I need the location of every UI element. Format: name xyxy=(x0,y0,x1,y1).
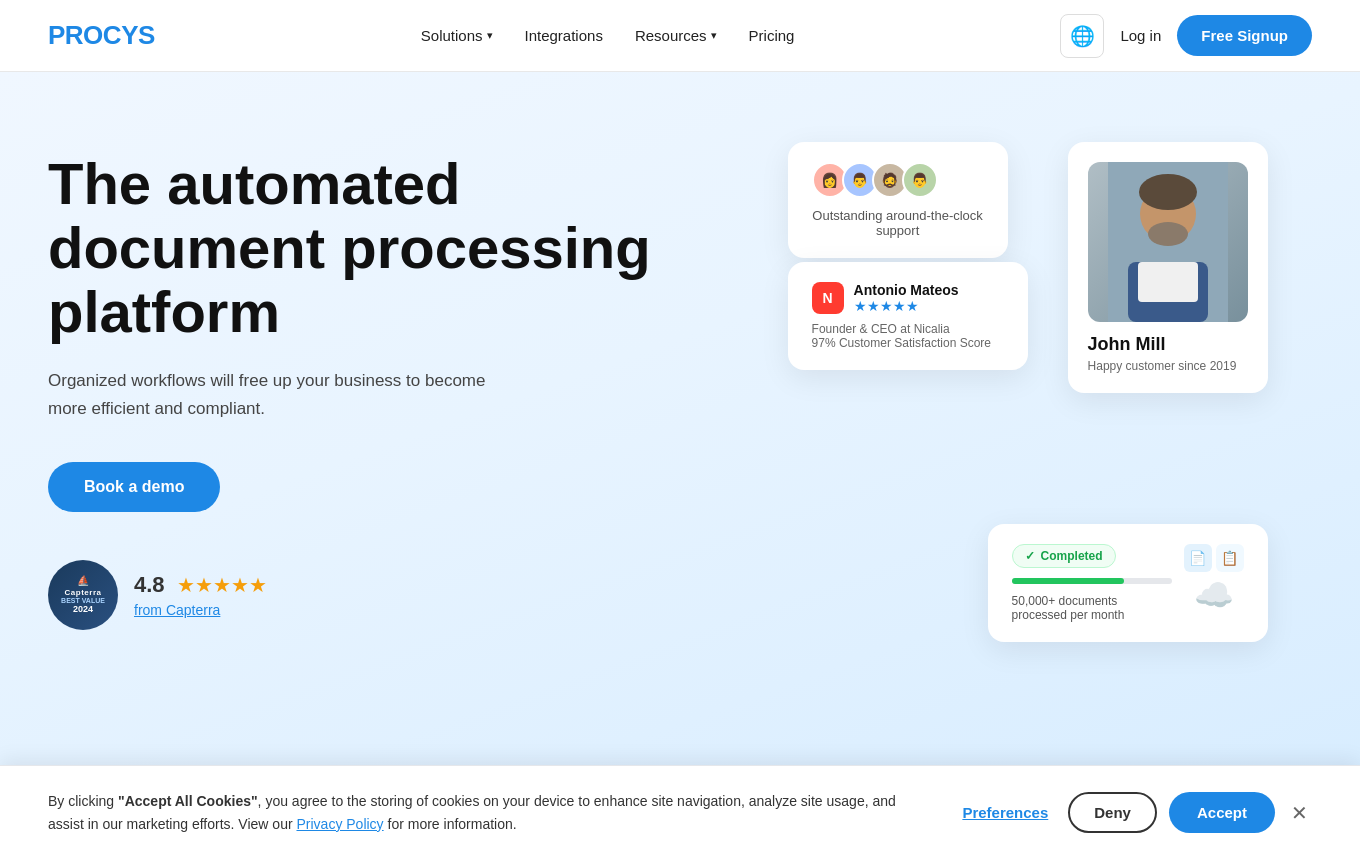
chevron-down-icon: ▾ xyxy=(487,29,493,42)
person-silhouette-svg xyxy=(1108,162,1228,322)
capterra-year: 2024 xyxy=(73,604,93,614)
doc-icon: 📋 xyxy=(1216,544,1244,572)
cookie-buttons: Preferences Deny Accept ✕ xyxy=(954,792,1312,833)
completed-badge: ✓ Completed xyxy=(1012,544,1116,568)
login-button[interactable]: Log in xyxy=(1120,27,1161,44)
close-cookie-button[interactable]: ✕ xyxy=(1287,797,1312,829)
cookie-banner: By clicking "Accept All Cookies", you ag… xyxy=(0,765,1360,859)
rating-stars: ★★★★★ xyxy=(177,574,267,596)
signup-button[interactable]: Free Signup xyxy=(1177,15,1312,56)
cookie-bold-text: "Accept All Cookies" xyxy=(118,793,258,809)
docs-card: ✓ Completed 50,000+ documents processed … xyxy=(988,524,1268,642)
capterra-icon: ⛵ xyxy=(77,575,89,586)
svg-point-3 xyxy=(1148,222,1188,246)
nav-resources[interactable]: Resources ▾ xyxy=(635,27,717,44)
preferences-button[interactable]: Preferences xyxy=(954,804,1056,821)
nav-solutions[interactable]: Solutions ▾ xyxy=(421,27,493,44)
navbar: PROCYS Solutions ▾ Integrations Resource… xyxy=(0,0,1360,72)
doc-icons-row: 📄 📋 xyxy=(1184,544,1244,572)
person-card: John Mill Happy customer since 2019 xyxy=(1068,142,1268,393)
accept-button[interactable]: Accept xyxy=(1169,792,1275,833)
support-text: Outstanding around-the-clock support xyxy=(812,208,984,238)
hero-visual: 👩 👨 🧔 👨 Outstanding around-the-clock sup… xyxy=(743,132,1312,642)
avatar: 👨 xyxy=(902,162,938,198)
docs-stat-text: 50,000+ documents processed per month xyxy=(1012,594,1172,622)
progress-fill xyxy=(1012,578,1124,584)
capterra-badge: ⛵ Capterra BEST VALUE 2024 xyxy=(48,560,118,630)
capterra-row: ⛵ Capterra BEST VALUE 2024 4.8 ★★★★★ fro… xyxy=(48,560,743,630)
reviewer-info: Antonio Mateos ★★★★★ xyxy=(854,282,959,314)
support-card: 👩 👨 🧔 👨 Outstanding around-the-clock sup… xyxy=(788,142,1008,258)
rating-row: 4.8 ★★★★★ xyxy=(134,572,267,598)
book-demo-button[interactable]: Book a demo xyxy=(48,462,220,512)
logo[interactable]: PROCYS xyxy=(48,20,155,51)
chevron-down-icon: ▾ xyxy=(711,29,717,42)
reviewer-name: Antonio Mateos xyxy=(854,282,959,298)
person-name: John Mill xyxy=(1088,334,1248,355)
person-since: Happy customer since 2019 xyxy=(1088,359,1248,373)
hero-section: The automated document processing platfo… xyxy=(0,72,1360,859)
review-card: N Antonio Mateos ★★★★★ Founder & CEO at … xyxy=(788,262,1028,370)
check-icon: ✓ xyxy=(1025,549,1035,563)
rating-info: 4.8 ★★★★★ from Capterra xyxy=(134,572,267,618)
progress-bar xyxy=(1012,578,1172,584)
review-score: 97% Customer Satisfaction Score xyxy=(812,336,1004,350)
nav-right: 🌐 Log in Free Signup xyxy=(1060,14,1312,58)
nav-pricing[interactable]: Pricing xyxy=(749,27,795,44)
capterra-best-label: BEST VALUE xyxy=(61,597,105,604)
language-selector-button[interactable]: 🌐 xyxy=(1060,14,1104,58)
person-photo xyxy=(1088,162,1248,322)
svg-rect-5 xyxy=(1138,262,1198,302)
capterra-title: Capterra xyxy=(65,588,102,597)
review-company-logo: N xyxy=(812,282,844,314)
capterra-source-link[interactable]: from Capterra xyxy=(134,602,267,618)
reviewer-role: Founder & CEO at Nicalia xyxy=(812,322,1004,336)
nav-links: Solutions ▾ Integrations Resources ▾ Pri… xyxy=(421,27,795,44)
hero-content: The automated document processing platfo… xyxy=(48,132,743,630)
deny-button[interactable]: Deny xyxy=(1068,792,1157,833)
cookie-text: By clicking "Accept All Cookies", you ag… xyxy=(48,790,930,835)
doc-icon: 📄 xyxy=(1184,544,1212,572)
cloud-icon: ☁️ xyxy=(1194,576,1234,614)
review-header: N Antonio Mateos ★★★★★ xyxy=(812,282,1004,314)
rating-number: 4.8 xyxy=(134,572,165,597)
privacy-policy-link[interactable]: Privacy Policy xyxy=(296,816,383,832)
hero-subtitle: Organized workflows will free up your bu… xyxy=(48,367,528,421)
review-stars: ★★★★★ xyxy=(854,298,959,314)
cards-container: 👩 👨 🧔 👨 Outstanding around-the-clock sup… xyxy=(788,142,1268,642)
hero-title: The automated document processing platfo… xyxy=(48,152,743,343)
avatar-group: 👩 👨 🧔 👨 xyxy=(812,162,984,198)
svg-point-2 xyxy=(1139,174,1197,210)
nav-integrations[interactable]: Integrations xyxy=(525,27,603,44)
